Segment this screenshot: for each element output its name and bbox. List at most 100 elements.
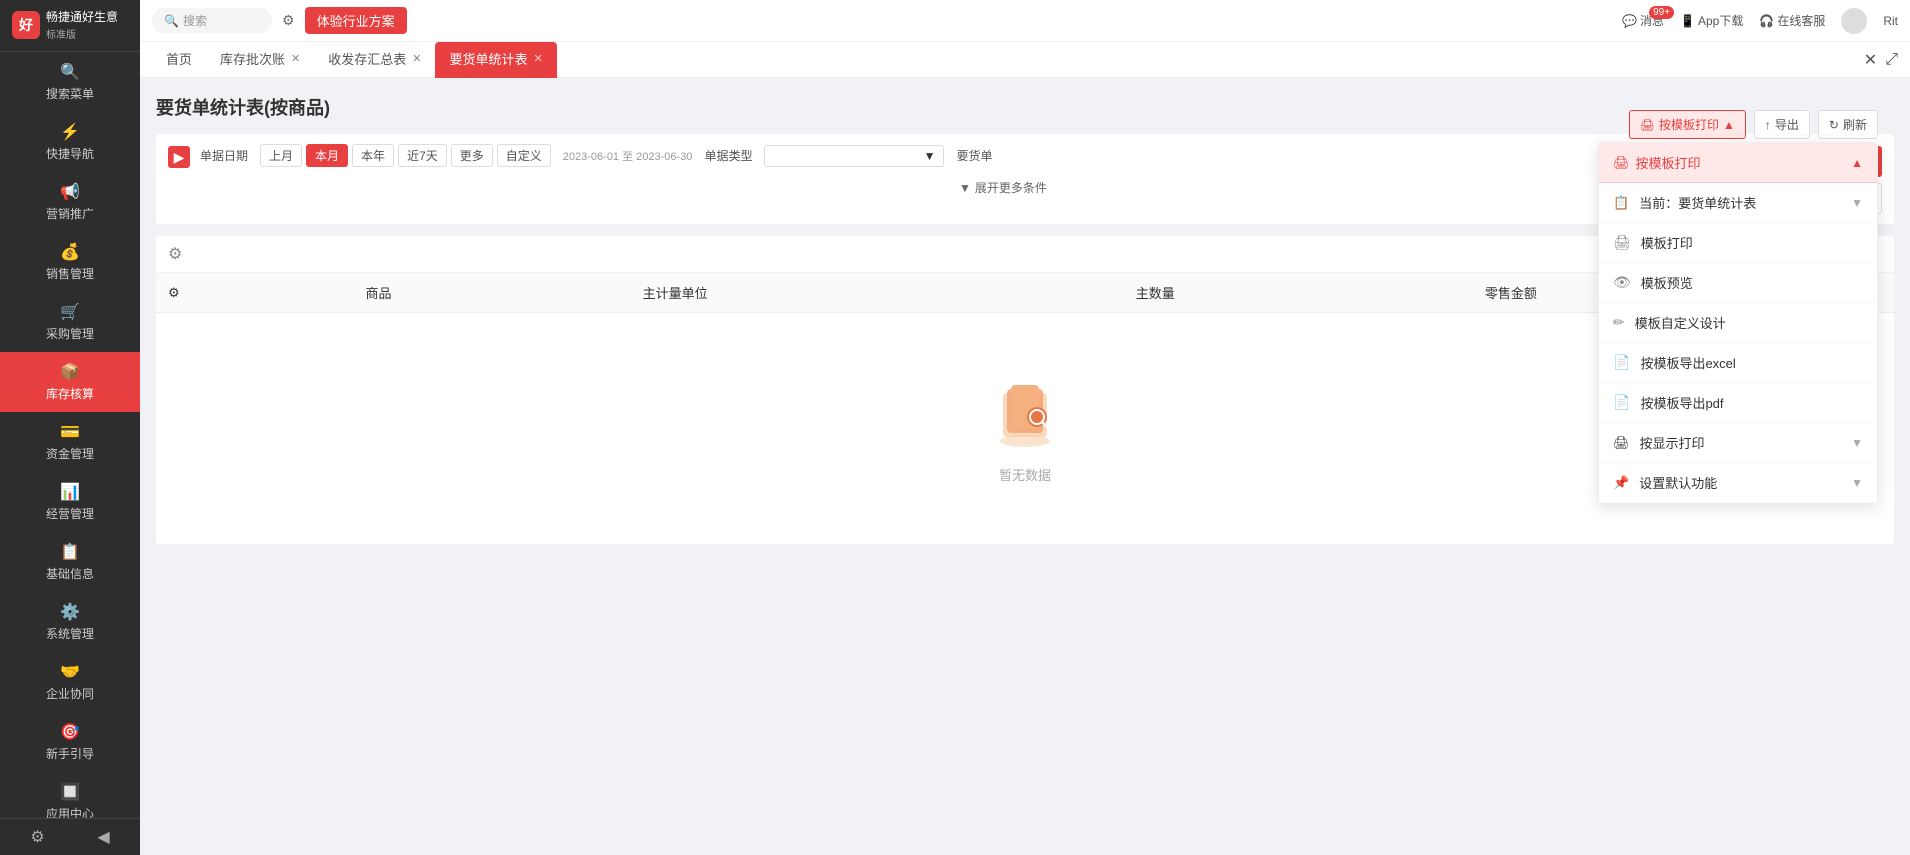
tab-home[interactable]: 首页 — [152, 42, 206, 78]
print-dropdown-icon: 🖨 — [1613, 155, 1630, 171]
tab-receivable-summary-close[interactable]: ✕ — [412, 52, 421, 65]
display-print-icon: 🖨 — [1613, 435, 1630, 451]
sidebar-item-finance[interactable]: 💳 资金管理 — [0, 412, 140, 472]
sidebar-item-apps[interactable]: 🔲 应用中心 — [0, 772, 140, 818]
tab-home-label: 首页 — [166, 49, 192, 68]
dropdown-close-arrow[interactable]: ▲ — [1851, 156, 1863, 170]
apps-icon: 🔲 — [60, 782, 80, 802]
avatar[interactable] — [1841, 8, 1867, 34]
message-button[interactable]: 💬 消息 99+ — [1622, 12, 1664, 29]
app-download-button[interactable]: 📱 App下载 — [1680, 12, 1743, 29]
empty-text: 暂无数据 — [999, 465, 1051, 484]
tabs-right: ✕ ⤢ — [1864, 50, 1898, 70]
trial-button[interactable]: 体验行业方案 — [305, 7, 407, 34]
gear-icon[interactable]: ⚙ — [282, 12, 295, 29]
template-custom-icon: ✏ — [1613, 314, 1625, 331]
tab-inventory-batch[interactable]: 库存批次账 ✕ — [206, 42, 314, 78]
sidebar-bottom: ⚙ ◀ — [0, 818, 140, 855]
dropdown-current-template[interactable]: 📋 当前：要货单统计表 ▼ — [1599, 183, 1877, 223]
col-quantity: 主数量 — [1124, 273, 1473, 313]
dropdown-title: 🖨 按模板打印 — [1613, 153, 1701, 172]
sidebar-item-system[interactable]: ⚙️ 系统管理 — [0, 592, 140, 652]
sidebar-item-operation[interactable]: 📊 经营管理 — [0, 472, 140, 532]
sidebar-item-inventory[interactable]: 📦 库存核算 — [0, 352, 140, 412]
date-custom[interactable]: 自定义 — [497, 144, 551, 167]
content-area: 要货单统计表(按商品) ▶ 单据日期 上月 本月 本年 近7天 更多 自定义 — [140, 78, 1910, 855]
message-icon: 💬 — [1622, 14, 1637, 28]
print-template-button[interactable]: 🖨 按模板打印 ▲ — [1629, 110, 1746, 139]
sidebar-item-collab[interactable]: 🤝 企业协同 — [0, 652, 140, 712]
sidebar-item-sales[interactable]: 💰 销售管理 — [0, 232, 140, 292]
marketing-icon: 📢 — [60, 182, 80, 202]
collab-icon: 🤝 — [60, 662, 80, 682]
search-box[interactable]: 🔍 搜索 — [152, 8, 272, 33]
search-icon: 🔍 — [60, 62, 80, 82]
expand-label: 展开更多条件 — [975, 179, 1047, 196]
sidebar-nav: 🔍 搜索菜单 ⚡ 快捷导航 📢 营销推广 💰 销售管理 🛒 采购管理 📦 库存核… — [0, 52, 140, 818]
sidebar-item-label-sales: 销售管理 — [46, 265, 94, 282]
dropdown-display-print[interactable]: 🖨 按显示打印 ▼ — [1599, 423, 1877, 463]
current-template-arrow: ▼ — [1851, 196, 1863, 210]
sidebar-item-label-purchase: 采购管理 — [46, 325, 94, 342]
sidebar-item-basic[interactable]: 📋 基础信息 — [0, 532, 140, 592]
topbar: 🔍 搜索 ⚙ 体验行业方案 💬 消息 99+ 📱 App下载 🎧 在线客服 Ri… — [140, 0, 1910, 42]
order-type-select[interactable]: ▼ — [764, 145, 944, 167]
dropdown-set-default[interactable]: 📌 设置默认功能 ▼ — [1599, 463, 1877, 503]
expand-more-bar[interactable]: ▼ 展开更多条件 — [200, 175, 1806, 200]
dropdown-template-export-excel[interactable]: 📄 按模板导出excel — [1599, 343, 1877, 383]
tab-order-stats[interactable]: 要货单统计表 ✕ — [435, 42, 556, 78]
sidebar-item-label-operation: 经营管理 — [46, 505, 94, 522]
search-placeholder: 搜索 — [183, 12, 207, 29]
dropdown-template-export-pdf[interactable]: 📄 按模板导出pdf — [1599, 383, 1877, 423]
close-window-icon[interactable]: ✕ — [1864, 50, 1877, 70]
filter-expand-button[interactable]: ▶ — [168, 146, 190, 168]
date-more[interactable]: 更多 — [451, 144, 493, 167]
date-current-month[interactable]: 本月 — [306, 144, 348, 167]
export-label: 导出 — [1775, 116, 1799, 133]
date-label: 单据日期 — [200, 147, 248, 164]
sidebar-item-label-apps: 应用中心 — [46, 805, 94, 818]
username: Rit — [1883, 14, 1898, 28]
maximize-icon[interactable]: ⤢ — [1885, 51, 1898, 69]
sidebar-item-purchase[interactable]: 🛒 采购管理 — [0, 292, 140, 352]
sidebar-item-shortcut[interactable]: ⚡ 快捷导航 — [0, 112, 140, 172]
refresh-label: 刷新 — [1843, 116, 1867, 133]
date-group: 上月 本月 本年 近7天 更多 自定义 — [260, 144, 551, 167]
table-settings-icon[interactable]: ⚙ — [168, 244, 182, 264]
tab-receivable-summary[interactable]: 收发存汇总表 ✕ — [314, 42, 435, 78]
set-default-arrow: ▼ — [1851, 476, 1863, 490]
chevron-down-icon: ▼ — [924, 149, 936, 163]
collapse-icon[interactable]: ◀ — [97, 827, 109, 847]
headset-icon: 🎧 — [1759, 14, 1774, 28]
tab-inventory-batch-close[interactable]: ✕ — [291, 52, 300, 65]
sidebar-item-search[interactable]: 🔍 搜索菜单 — [0, 52, 140, 112]
sidebar-item-label-search: 搜索菜单 — [46, 85, 94, 102]
shortcut-icon: ⚡ — [60, 122, 80, 142]
date-current-year[interactable]: 本年 — [352, 144, 394, 167]
dropdown-template-print[interactable]: 🖨 模板打印 — [1599, 223, 1877, 263]
export-button[interactable]: ↑ 导出 — [1754, 110, 1810, 139]
display-print-arrow: ▼ — [1851, 436, 1863, 450]
refresh-button[interactable]: ↻ 刷新 — [1818, 110, 1878, 139]
sidebar-item-marketing[interactable]: 📢 营销推广 — [0, 172, 140, 232]
newbie-icon: 🎯 — [60, 722, 80, 742]
operation-icon: 📊 — [60, 482, 80, 502]
set-default-icon: 📌 — [1613, 475, 1629, 491]
sidebar-item-label-inventory: 库存核算 — [46, 385, 94, 402]
online-service-button[interactable]: 🎧 在线客服 — [1759, 12, 1825, 29]
sidebar-item-label-marketing: 营销推广 — [46, 205, 94, 222]
settings-icon[interactable]: ⚙ — [30, 827, 44, 847]
print-icon: 🖨 — [1640, 118, 1655, 132]
tab-order-stats-close[interactable]: ✕ — [534, 52, 543, 65]
tab-order-stats-label: 要货单统计表 — [449, 49, 527, 68]
tab-inventory-batch-label: 库存批次账 — [220, 49, 285, 68]
template-print-icon: 🖨 — [1613, 234, 1631, 251]
date-prev-month[interactable]: 上月 — [260, 144, 302, 167]
sidebar-item-newbie[interactable]: 🎯 新手引导 — [0, 712, 140, 772]
dropdown-template-custom[interactable]: ✏ 模板自定义设计 — [1599, 303, 1877, 343]
sidebar-item-label-finance: 资金管理 — [46, 445, 94, 462]
dropdown-template-preview[interactable]: 👁 模板预览 — [1599, 263, 1877, 303]
dropdown-header: 🖨 按模板打印 ▲ — [1599, 143, 1877, 183]
sidebar-item-label-basic: 基础信息 — [46, 565, 94, 582]
date-last7days[interactable]: 近7天 — [398, 144, 447, 167]
